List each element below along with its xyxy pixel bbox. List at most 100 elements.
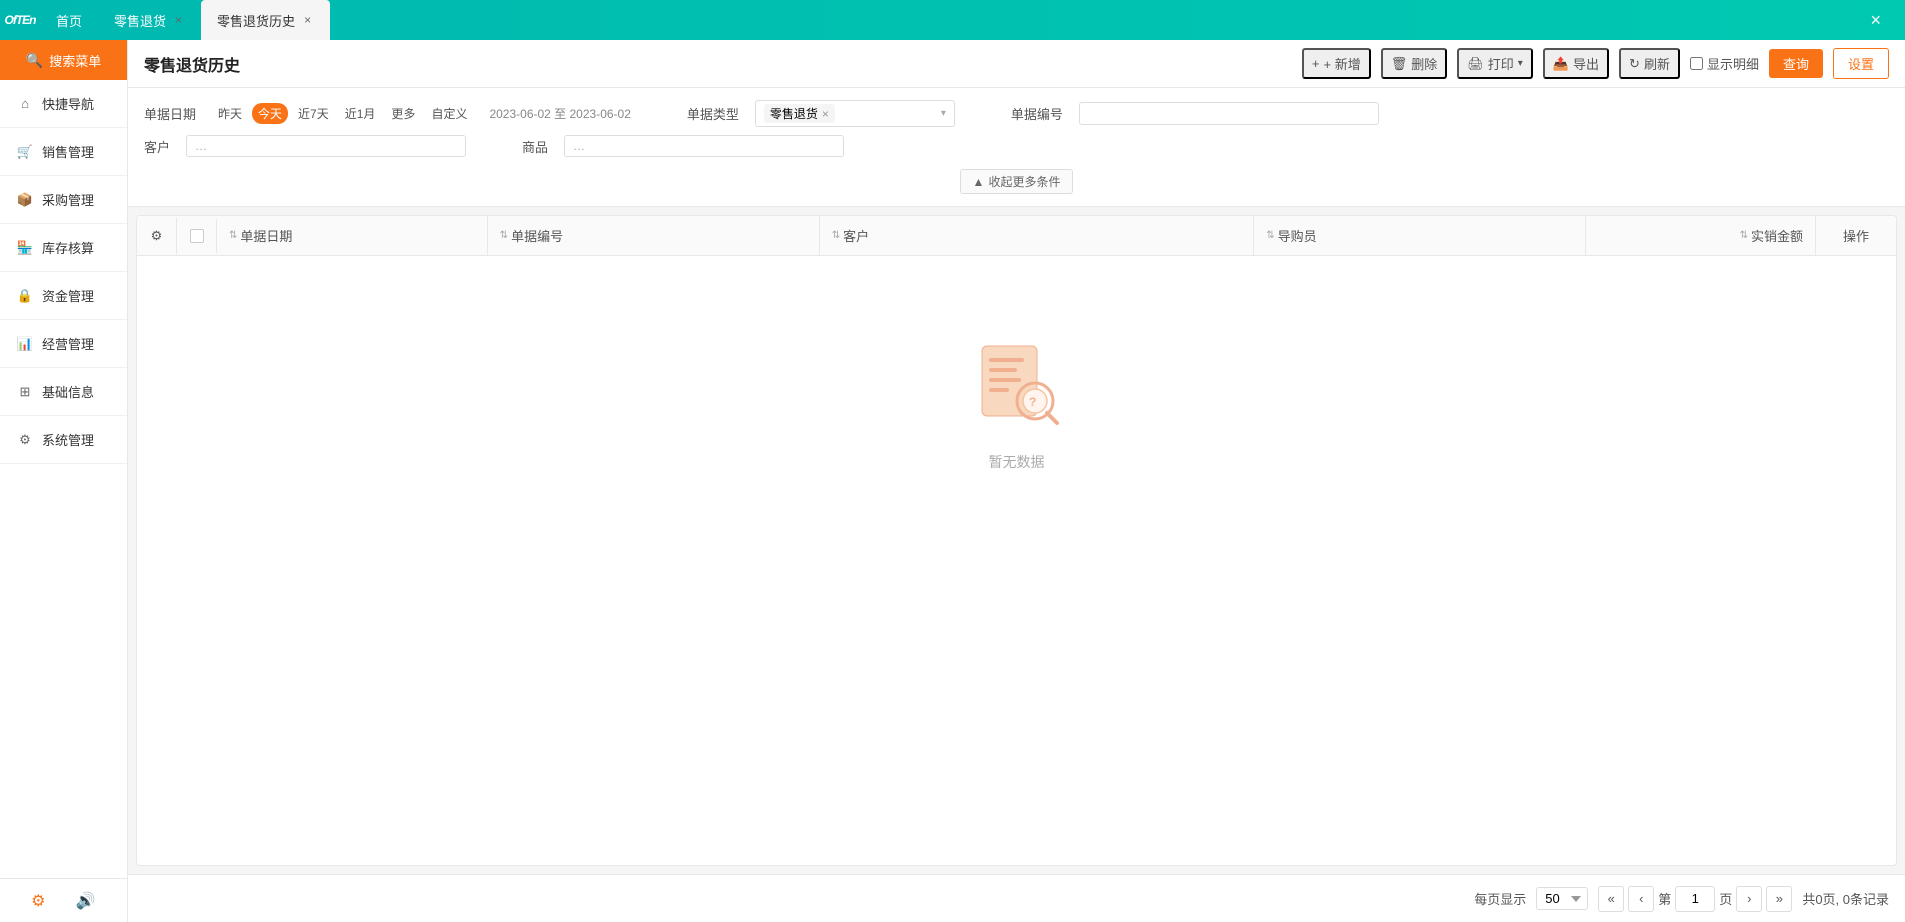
top-bar-right: × (1862, 6, 1905, 35)
cart-icon: 🛒 (16, 143, 34, 161)
th-num: ⇅ 单据编号 (488, 216, 820, 255)
display-detail-checkbox[interactable] (1690, 57, 1703, 70)
content-area: 零售退货历史 + + 新增 🗑 删除 🖨 打印 ▾ 📤 导出 (128, 40, 1905, 922)
box-icon: 📦 (16, 191, 34, 209)
collapse-icon: ▲ (973, 175, 985, 189)
filter-settings-button[interactable]: 设置 (1833, 48, 1889, 79)
th-amount: ⇅ 实销金额 (1586, 216, 1816, 255)
filter-area: 单据日期 昨天 今天 近7天 近1月 更多 自定义 2023-06-02 至 2… (128, 88, 1905, 207)
th-guide: ⇅ 导购员 (1254, 216, 1586, 255)
tab-return-close[interactable]: × (172, 12, 185, 28)
th-guide-sort-icon[interactable]: ⇅ (1266, 230, 1274, 241)
new-button[interactable]: + + 新增 (1302, 48, 1371, 79)
pagination-nav: « ‹ 第 页 › » (1598, 886, 1792, 912)
customer-filter-label: 客户 (144, 137, 170, 156)
main-layout: 🔍 搜索菜单 ⌂ 快捷导航 🛒 销售管理 📦 采购管理 🏪 库存核算 🔒 (0, 40, 1905, 922)
table-area: ⚙ ⇅ 单据日期 ⇅ 单据编号 ⇅ 客户 ⇅ (136, 215, 1897, 866)
delete-button[interactable]: 🗑 删除 (1381, 48, 1448, 79)
export-button[interactable]: 📤 导出 (1543, 48, 1609, 79)
display-detail-toggle[interactable]: 显示明细 (1690, 54, 1759, 73)
empty-icon: ? (967, 336, 1067, 436)
new-icon: + (1312, 56, 1320, 71)
sidebar-item-finance[interactable]: 🔒 资金管理 (0, 272, 127, 320)
th-amount-sort-icon[interactable]: ⇅ (1740, 230, 1748, 241)
sidebar-item-base[interactable]: ⊞ 基础信息 (0, 368, 127, 416)
date-range-display: 2023-06-02 至 2023-06-02 (489, 105, 630, 122)
next-page-button[interactable]: › (1736, 886, 1762, 912)
tab-return-history-close[interactable]: × (301, 12, 314, 28)
type-filter-label: 单据类型 (687, 104, 739, 123)
customer-selector[interactable]: … (186, 135, 466, 157)
sidebar-item-purchase[interactable]: 📦 采购管理 (0, 176, 127, 224)
settings-bottom-icon[interactable]: ⚙ (31, 891, 45, 911)
page-header: 零售退货历史 + + 新增 🗑 删除 🖨 打印 ▾ 📤 导出 (128, 40, 1905, 88)
sidebar-item-operations[interactable]: 📊 经营管理 (0, 320, 127, 368)
delete-icon: 🗑 (1391, 56, 1408, 72)
chart-icon: 📊 (16, 335, 34, 353)
window-close-button[interactable]: × (1862, 6, 1889, 35)
collapse-filter-button[interactable]: ▲ 收起更多条件 (960, 169, 1074, 194)
empty-state: ? 暂无数据 (137, 256, 1896, 552)
th-date-sort-icon[interactable]: ⇅ (229, 230, 237, 241)
query-button[interactable]: 查询 (1769, 49, 1823, 78)
tab-return-history[interactable]: 零售退货历史 × (201, 0, 330, 40)
home-icon: ⌂ (16, 95, 34, 113)
page-prefix-label: 第 (1658, 889, 1671, 908)
table-settings-icon[interactable]: ⚙ (151, 228, 163, 244)
lock-icon: 🔒 (16, 287, 34, 305)
print-chevron-icon: ▾ (1518, 58, 1523, 69)
date-btn-custom[interactable]: 自定义 (425, 103, 473, 124)
empty-text: 暂无数据 (989, 452, 1045, 472)
th-date: ⇅ 单据日期 (217, 216, 488, 255)
date-btn-more[interactable]: 更多 (385, 103, 421, 124)
date-btn-yesterday[interactable]: 昨天 (212, 103, 248, 124)
sidebar-bottom: ⚙ 🔊 (0, 878, 127, 922)
date-btn-today[interactable]: 今天 (252, 103, 288, 124)
first-page-button[interactable]: « (1598, 886, 1624, 912)
sidebar: 🔍 搜索菜单 ⌂ 快捷导航 🛒 销售管理 📦 采购管理 🏪 库存核算 🔒 (0, 40, 128, 922)
th-num-sort-icon[interactable]: ⇅ (500, 230, 508, 241)
tab-home[interactable]: 首页 (40, 0, 98, 40)
goods-filter-label: 商品 (522, 137, 548, 156)
th-checkbox[interactable] (177, 219, 217, 253)
type-selector-chevron: ▾ (941, 108, 946, 119)
tab-return[interactable]: 零售退货 × (98, 0, 201, 40)
filter-row-1: 单据日期 昨天 今天 近7天 近1月 更多 自定义 2023-06-02 至 2… (144, 100, 1889, 127)
volume-icon[interactable]: 🔊 (76, 891, 96, 911)
page-number-input[interactable] (1675, 886, 1715, 912)
date-btn-7days[interactable]: 近7天 (292, 103, 335, 124)
num-filter-label: 单据编号 (1011, 104, 1063, 123)
warehouse-icon: 🏪 (16, 239, 34, 257)
select-all-checkbox[interactable] (190, 229, 204, 243)
app-logo: OfTEn (0, 0, 40, 40)
date-btn-1month[interactable]: 近1月 (339, 103, 382, 124)
pagination-info: 共0页, 0条记录 (1802, 889, 1889, 908)
refresh-icon: ↻ (1629, 56, 1640, 72)
type-selector[interactable]: 零售退货 × ▾ (755, 100, 955, 127)
sidebar-item-system[interactable]: ⚙ 系统管理 (0, 416, 127, 464)
pagination-bar: 每页显示 20 50 100 200 « ‹ 第 页 › » 共0页, 0条记录 (128, 874, 1905, 922)
th-customer-sort-icon[interactable]: ⇅ (832, 230, 840, 241)
refresh-button[interactable]: ↻ 刷新 (1619, 48, 1680, 79)
print-button[interactable]: 🖨 打印 ▾ (1457, 48, 1533, 79)
customer-placeholder: … (195, 139, 207, 153)
page-title: 零售退货历史 (144, 52, 240, 76)
table-header: ⚙ ⇅ 单据日期 ⇅ 单据编号 ⇅ 客户 ⇅ (137, 216, 1896, 256)
type-tag-close[interactable]: × (822, 107, 829, 121)
page-suffix-label: 页 (1719, 889, 1732, 908)
per-page-select[interactable]: 20 50 100 200 (1536, 887, 1588, 910)
sidebar-item-inventory[interactable]: 🏪 库存核算 (0, 224, 127, 272)
sidebar-search[interactable]: 🔍 搜索菜单 (0, 40, 127, 80)
num-filter-input[interactable] (1079, 102, 1379, 125)
settings-nav-icon: ⚙ (16, 431, 34, 449)
date-buttons: 昨天 今天 近7天 近1月 更多 自定义 (212, 103, 473, 124)
th-customer: ⇅ 客户 (820, 216, 1254, 255)
sidebar-nav: ⌂ 快捷导航 🛒 销售管理 📦 采购管理 🏪 库存核算 🔒 资金管理 📊 (0, 80, 127, 878)
goods-selector[interactable]: … (564, 135, 844, 157)
sidebar-item-sales[interactable]: 🛒 销售管理 (0, 128, 127, 176)
prev-page-button[interactable]: ‹ (1628, 886, 1654, 912)
th-settings[interactable]: ⚙ (137, 218, 177, 254)
sidebar-item-quick-nav[interactable]: ⌂ 快捷导航 (0, 80, 127, 128)
last-page-button[interactable]: » (1766, 886, 1792, 912)
page-actions: + + 新增 🗑 删除 🖨 打印 ▾ 📤 导出 ↻ (1302, 48, 1889, 79)
